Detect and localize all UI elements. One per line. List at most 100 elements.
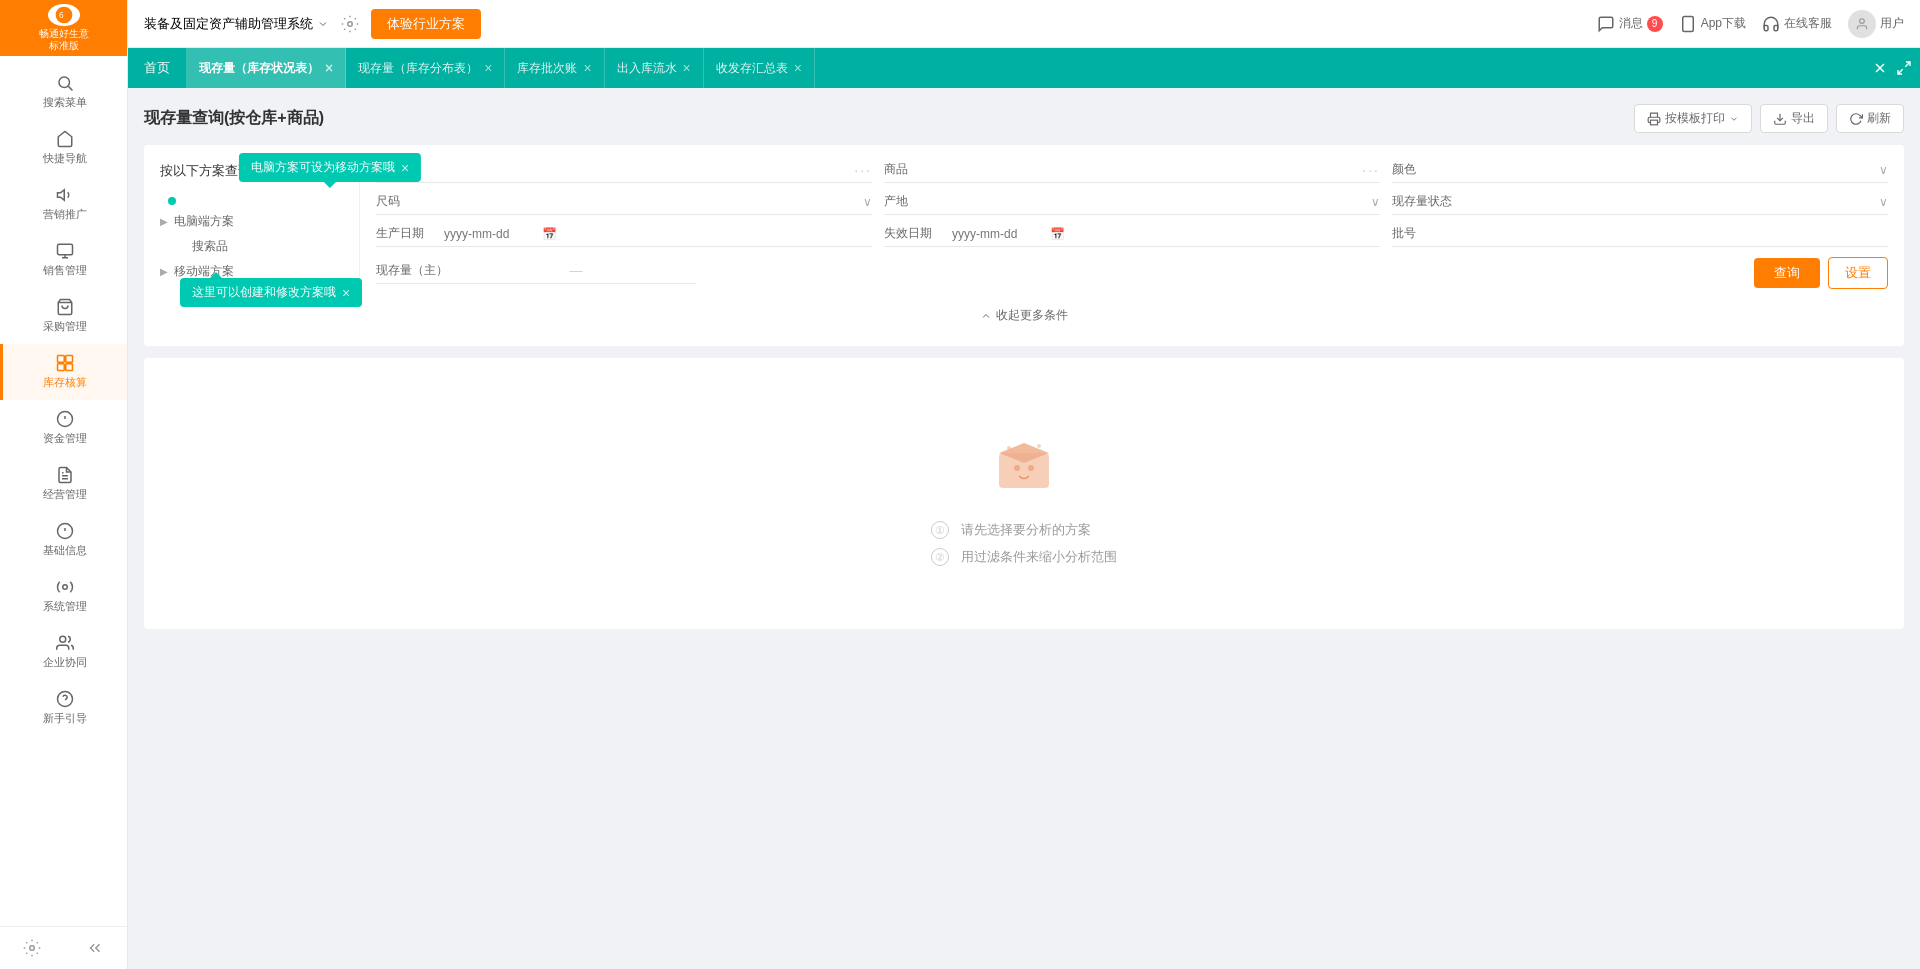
tab-home[interactable]: 首页 bbox=[128, 48, 187, 88]
tab-inventory-distribution[interactable]: 现存量（库存分布表） × bbox=[346, 48, 505, 88]
refresh-icon bbox=[1849, 112, 1863, 126]
sidebar-item-search[interactable]: 搜索菜单 bbox=[0, 64, 127, 120]
page-title: 现存量查询(按仓库+商品) bbox=[144, 108, 324, 129]
system-dropdown-chevron bbox=[317, 18, 329, 30]
tab-close-2[interactable]: × bbox=[583, 61, 591, 75]
sidebar-logo: 6 畅通好生意 标准版 bbox=[0, 0, 127, 56]
svg-point-23 bbox=[30, 946, 35, 951]
sidebar-item-management[interactable]: 经营管理 bbox=[0, 456, 127, 512]
settings-gear-icon[interactable] bbox=[341, 15, 359, 33]
filter-field-stock-status: 现存量状态 ∨ bbox=[1392, 193, 1888, 215]
filter-field-warehouse: 仓库 ··· bbox=[376, 161, 872, 183]
export-icon bbox=[1773, 112, 1787, 126]
headset-icon bbox=[1762, 15, 1780, 33]
scheme-item-desktop[interactable]: ▶ 电脑端方案 bbox=[160, 209, 347, 234]
svg-point-20 bbox=[60, 636, 66, 642]
tab-bar: 首页 现存量（库存状况表） × 现存量（库存分布表） × 库存批次账 × 出入库… bbox=[128, 48, 1920, 88]
tab-close-1[interactable]: × bbox=[484, 61, 492, 75]
filter-row-3: 生产日期 📅 失效日期 📅 批号 bbox=[376, 225, 1888, 247]
filter-field-product: 商品 ··· bbox=[884, 161, 1380, 183]
content: 现存量查询(按仓库+商品) 按模板打印 导出 刷新 bbox=[128, 88, 1920, 969]
print-btn[interactable]: 按模板打印 bbox=[1634, 104, 1752, 133]
sidebar-item-inventory[interactable]: 库存核算 bbox=[0, 344, 127, 400]
empty-state: ① 请先选择要分析的方案 ② 用过滤条件来缩小分析范围 bbox=[144, 358, 1904, 629]
print-dropdown-icon bbox=[1729, 114, 1739, 124]
size-chevron[interactable]: ∨ bbox=[863, 195, 872, 209]
sidebar-item-marketing[interactable]: 营销推广 bbox=[0, 176, 127, 232]
filter-row-1: 仓库 ··· 商品 ··· 颜色 ∨ bbox=[376, 161, 1888, 183]
settings-icon[interactable] bbox=[23, 939, 41, 957]
top-header: 装备及固定资产辅助管理系统 体验行业方案 消息 9 App下载 在线客服 bbox=[128, 0, 1920, 48]
tooltip2-close[interactable]: × bbox=[342, 285, 350, 301]
product-dots[interactable]: ··· bbox=[1362, 162, 1380, 178]
tab-batch-account[interactable]: 库存批次账 × bbox=[505, 48, 604, 88]
settings-btn[interactable]: 设置 bbox=[1828, 257, 1888, 289]
messages-item[interactable]: 消息 9 bbox=[1597, 15, 1663, 33]
logo-text: 畅通好生意 标准版 bbox=[39, 28, 89, 52]
system-dropdown[interactable]: 装备及固定资产辅助管理系统 bbox=[144, 15, 329, 33]
prod-date-calendar-icon[interactable]: 📅 bbox=[542, 227, 557, 241]
tab-close-3[interactable]: × bbox=[683, 61, 691, 75]
tab-inventory-status[interactable]: 现存量（库存状况表） × bbox=[187, 48, 346, 88]
sidebar-item-sales[interactable]: 销售管理 bbox=[0, 232, 127, 288]
batch-input[interactable] bbox=[1460, 227, 1888, 241]
logo-icon: 6 bbox=[48, 4, 80, 26]
collapse-chevron-icon bbox=[980, 310, 992, 322]
messages-badge: 9 bbox=[1647, 16, 1663, 32]
stock-status-chevron[interactable]: ∨ bbox=[1879, 195, 1888, 209]
inventory-min-input[interactable] bbox=[456, 264, 558, 278]
scheme-item-search[interactable]: 搜索品 bbox=[160, 234, 347, 259]
tab-close-all-icon[interactable] bbox=[1872, 60, 1888, 76]
stock-status-input[interactable] bbox=[1460, 195, 1871, 209]
industry-btn[interactable]: 体验行业方案 bbox=[371, 9, 481, 39]
export-btn[interactable]: 导出 bbox=[1760, 104, 1828, 133]
prod-date-input[interactable] bbox=[444, 227, 534, 241]
origin-chevron[interactable]: ∨ bbox=[1371, 195, 1380, 209]
message-icon bbox=[1597, 15, 1615, 33]
filter-field-origin: 产地 ∨ bbox=[884, 193, 1380, 215]
origin-input[interactable] bbox=[952, 195, 1363, 209]
sidebar-item-info[interactable]: 基础信息 bbox=[0, 512, 127, 568]
size-input[interactable] bbox=[444, 195, 855, 209]
query-btn[interactable]: 查询 bbox=[1754, 258, 1820, 288]
svg-text:6: 6 bbox=[59, 10, 64, 20]
svg-point-24 bbox=[348, 21, 353, 26]
filter-field-prod-date: 生产日期 📅 bbox=[376, 225, 872, 247]
sidebar-item-guide[interactable]: 新手引导 bbox=[0, 680, 127, 736]
page-actions: 按模板打印 导出 刷新 bbox=[1634, 104, 1904, 133]
svg-line-3 bbox=[68, 86, 72, 90]
tab-close-4[interactable]: × bbox=[794, 61, 802, 75]
online-service-item[interactable]: 在线客服 bbox=[1762, 15, 1832, 33]
sidebar-item-purchase[interactable]: 采购管理 bbox=[0, 288, 127, 344]
tab-inout-flow[interactable]: 出入库流水 × bbox=[605, 48, 704, 88]
tab-maximize-icon[interactable] bbox=[1896, 60, 1912, 76]
user-avatar bbox=[1848, 10, 1876, 38]
refresh-btn[interactable]: 刷新 bbox=[1836, 104, 1904, 133]
filter-panel: 按以下方案查询 + « 电脑方案可设为移动方案哦 × bbox=[144, 145, 1904, 346]
sidebar-item-finance[interactable]: 资金管理 bbox=[0, 400, 127, 456]
sidebar-item-system[interactable]: 系统管理 bbox=[0, 568, 127, 624]
collapse-icon[interactable] bbox=[86, 939, 104, 957]
inventory-max-input[interactable] bbox=[595, 264, 697, 278]
filter-row-2: 尺码 ∨ 产地 ∨ 现存量状态 ∨ bbox=[376, 193, 1888, 215]
sidebar: 6 畅通好生意 标准版 搜索菜单 快捷导航 营销推广 销售管理 采购管理 bbox=[0, 0, 128, 969]
tab-close-0[interactable]: × bbox=[325, 61, 333, 75]
color-chevron[interactable]: ∨ bbox=[1879, 163, 1888, 177]
expire-date-calendar-icon[interactable]: 📅 bbox=[1050, 227, 1065, 241]
expire-date-input[interactable] bbox=[952, 227, 1042, 241]
user-item[interactable]: 用户 bbox=[1848, 10, 1904, 38]
tooltip1-close[interactable]: × bbox=[401, 160, 409, 176]
sidebar-item-navigation[interactable]: 快捷导航 bbox=[0, 120, 127, 176]
collapse-btn[interactable]: 收起更多条件 bbox=[160, 301, 1888, 330]
warehouse-input[interactable] bbox=[444, 163, 846, 177]
filter-field-color: 颜色 ∨ bbox=[1392, 161, 1888, 183]
tab-summary[interactable]: 收发存汇总表 × bbox=[704, 48, 815, 88]
svg-rect-32 bbox=[1651, 120, 1658, 125]
warehouse-dots[interactable]: ··· bbox=[854, 162, 872, 178]
header-right: 消息 9 App下载 在线客服 用户 bbox=[1597, 10, 1904, 38]
sidebar-nav: 搜索菜单 快捷导航 营销推广 销售管理 采购管理 库存核算 资金管理 经营管理 bbox=[0, 56, 127, 926]
app-download-item[interactable]: App下载 bbox=[1679, 15, 1746, 33]
color-input[interactable] bbox=[1460, 163, 1871, 177]
sidebar-item-enterprise[interactable]: 企业协同 bbox=[0, 624, 127, 680]
product-input[interactable] bbox=[952, 163, 1354, 177]
